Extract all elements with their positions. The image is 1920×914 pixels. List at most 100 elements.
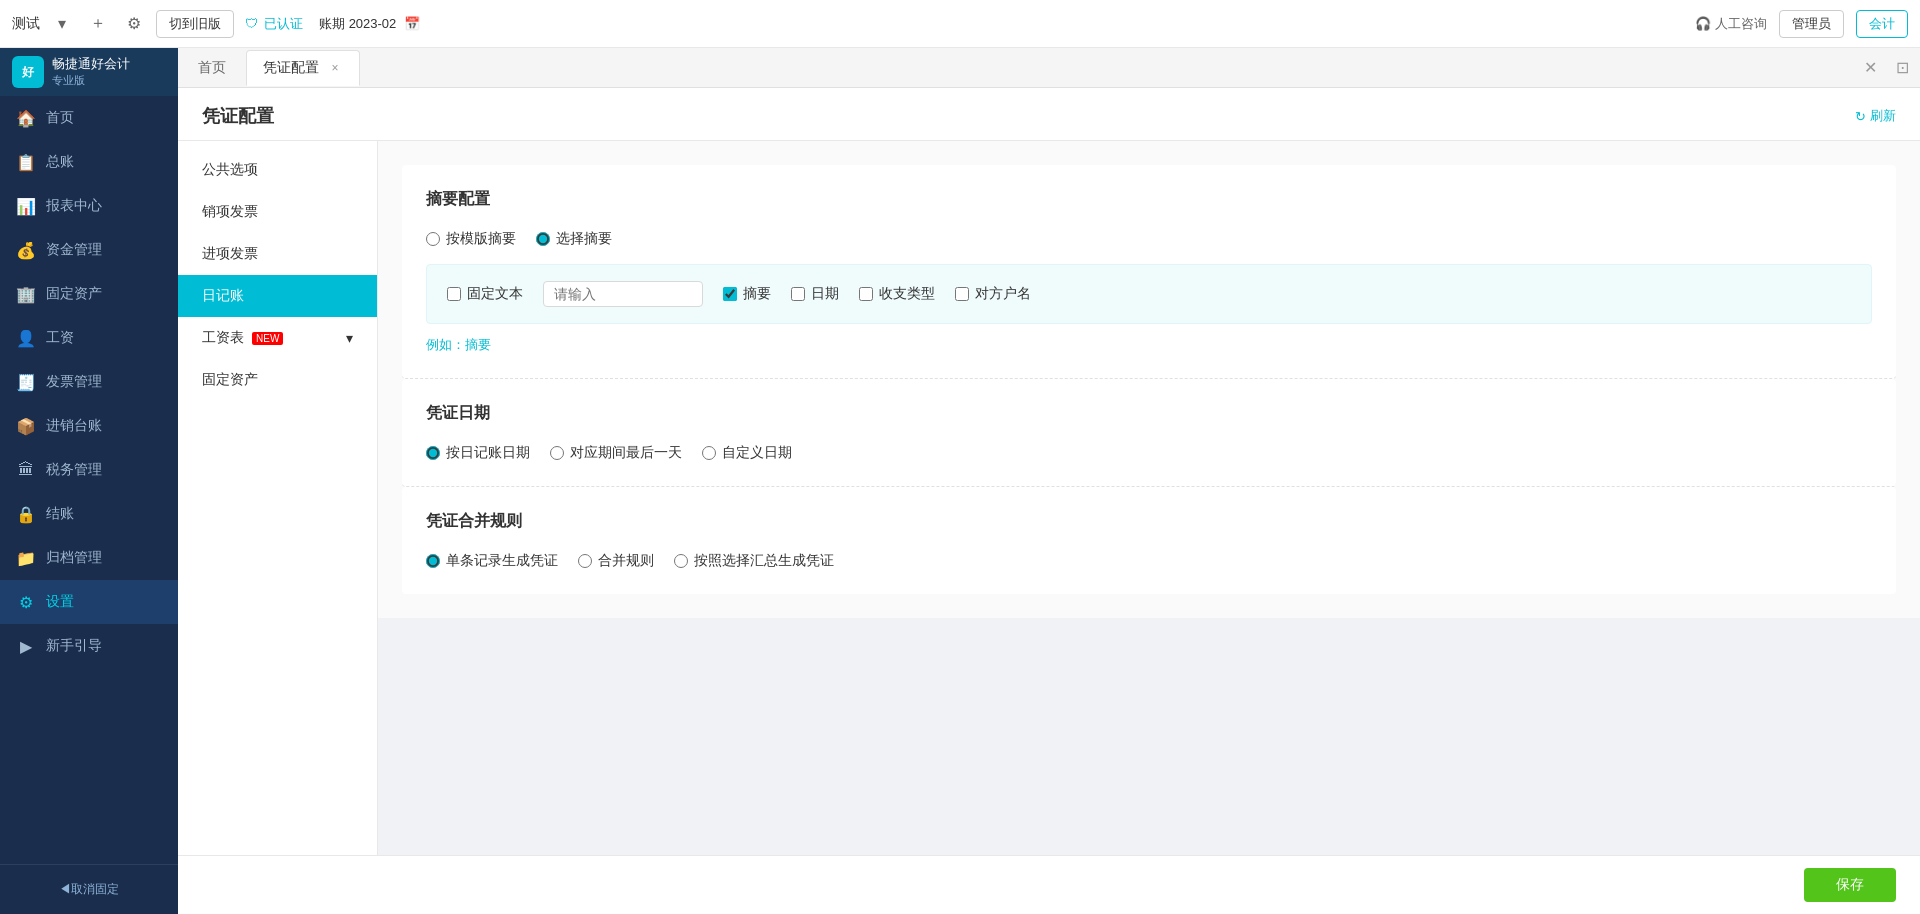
headset-icon: 🎧 [1695, 16, 1711, 31]
summary-checkbox[interactable] [723, 287, 737, 301]
left-nav-item-fixed-assets[interactable]: 固定资产 [178, 359, 377, 401]
sidebar-item-report[interactable]: 📊 报表中心 [0, 184, 178, 228]
accountant-button[interactable]: 会计 [1856, 10, 1908, 38]
merge-section-title: 凭证合并规则 [426, 511, 1872, 532]
fixed-text-label: 固定文本 [467, 285, 523, 303]
radio-custom-input[interactable] [702, 446, 716, 460]
tab-voucher-config[interactable]: 凭证配置 × [246, 50, 360, 86]
date-radio-group: 按日记账日期 对应期间最后一天 自定义日期 [426, 444, 1872, 462]
switch-old-version-button[interactable]: 切到旧版 [156, 10, 234, 38]
sidebar-bottom: ◀取消固定 [0, 864, 178, 914]
fixed-text-checkbox[interactable] [447, 287, 461, 301]
settings-button[interactable]: ⚙ [120, 10, 148, 38]
sidebar-item-home[interactable]: 🏠 首页 [0, 96, 178, 140]
sidebar-item-tax[interactable]: 🏛 税务管理 [0, 448, 178, 492]
radio-aggregate-label: 按照选择汇总生成凭证 [694, 552, 834, 570]
left-nav-item-sales-invoice[interactable]: 销项发票 [178, 191, 377, 233]
add-workspace-button[interactable]: ＋ [84, 10, 112, 38]
left-nav-item-journal[interactable]: 日记账 [178, 275, 377, 317]
cancel-pin-button[interactable]: ◀取消固定 [10, 875, 168, 904]
summary-section: 摘要配置 按模版摘要 选择摘要 [402, 165, 1896, 379]
tab-active-label: 凭证配置 [263, 59, 319, 77]
counterparty-label: 对方户名 [975, 285, 1031, 303]
tab-home[interactable]: 首页 [182, 50, 242, 86]
summary-options-box: 固定文本 摘要 日期 [426, 264, 1872, 324]
radio-journal-date[interactable]: 按日记账日期 [426, 444, 530, 462]
tax-icon: 🏛 [16, 460, 36, 480]
radio-template-input[interactable] [426, 232, 440, 246]
maximize-button[interactable]: ⊡ [1888, 54, 1916, 82]
new-badge: NEW [252, 332, 283, 345]
fixed-text-input[interactable] [543, 281, 703, 307]
left-nav-label: 销项发票 [202, 203, 258, 221]
income-type-checkbox[interactable] [859, 287, 873, 301]
top-bar-left: 测试 ▾ ＋ ⚙ 切到旧版 🛡 已认证 账期 2023-02 📅 [12, 10, 1695, 38]
left-nav-label: 公共选项 [202, 161, 258, 179]
radio-custom-label: 自定义日期 [722, 444, 792, 462]
main-area: 好 畅捷通好会计 专业版 🏠 首页 📋 总账 📊 报表中心 [0, 48, 1920, 914]
radio-aggregate-input[interactable] [674, 554, 688, 568]
save-button[interactable]: 保存 [1804, 868, 1896, 902]
sidebar-item-label: 资金管理 [46, 241, 102, 259]
radio-template-label: 按模版摘要 [446, 230, 516, 248]
home-icon: 🏠 [16, 108, 36, 128]
checkbox-counterparty[interactable]: 对方户名 [955, 285, 1031, 303]
date-checkbox[interactable] [791, 287, 805, 301]
workspace-dropdown-button[interactable]: ▾ [48, 10, 76, 38]
refresh-button[interactable]: ↻ 刷新 [1855, 107, 1896, 125]
radio-period-last[interactable]: 对应期间最后一天 [550, 444, 682, 462]
shield-icon: 🛡 [242, 15, 260, 33]
checkbox-fixed-text[interactable]: 固定文本 [447, 285, 523, 303]
radio-template-item[interactable]: 按模版摘要 [426, 230, 516, 248]
radio-merge-rule[interactable]: 合并规则 [578, 552, 654, 570]
content-area: 首页 凭证配置 × ✕ ⊡ 凭证配置 ↻ 刷新 [178, 48, 1920, 914]
calendar-icon[interactable]: 📅 [404, 16, 420, 31]
page-title: 凭证配置 [202, 104, 274, 128]
sidebar-item-sales[interactable]: 📦 进销台账 [0, 404, 178, 448]
left-nav-label: 固定资产 [202, 371, 258, 389]
radio-aggregate[interactable]: 按照选择汇总生成凭证 [674, 552, 834, 570]
sidebar-item-payroll[interactable]: 👤 工资 [0, 316, 178, 360]
checkbox-summary[interactable]: 摘要 [723, 285, 771, 303]
sidebar-item-fixed-assets[interactable]: 🏢 固定资产 [0, 272, 178, 316]
closing-icon: 🔒 [16, 504, 36, 524]
manager-button[interactable]: 管理员 [1779, 10, 1844, 38]
consult-button[interactable]: 🎧 人工咨询 [1695, 15, 1767, 33]
date-label: 日期 [811, 285, 839, 303]
radio-single-input[interactable] [426, 554, 440, 568]
sidebar-item-closing[interactable]: 🔒 结账 [0, 492, 178, 536]
radio-select-input[interactable] [536, 232, 550, 246]
left-nav-item-purchase-invoice[interactable]: 进项发票 [178, 233, 377, 275]
guide-icon: ▶ [16, 636, 36, 656]
radio-single-record[interactable]: 单条记录生成凭证 [426, 552, 558, 570]
tab-close-button[interactable]: × [327, 60, 343, 76]
checkbox-date[interactable]: 日期 [791, 285, 839, 303]
sidebar-item-label: 税务管理 [46, 461, 102, 479]
top-bar-right: 🎧 人工咨询 管理员 会计 [1695, 10, 1908, 38]
date-section: 凭证日期 按日记账日期 对应期间最后一天 [402, 379, 1896, 487]
summary-example: 例如：摘要 [426, 324, 1872, 354]
sidebar-item-invoice[interactable]: 🧾 发票管理 [0, 360, 178, 404]
left-nav-item-public[interactable]: 公共选项 [178, 149, 377, 191]
sidebar-item-fund[interactable]: 💰 资金管理 [0, 228, 178, 272]
sidebar-item-ledger[interactable]: 📋 总账 [0, 140, 178, 184]
radio-merge-input[interactable] [578, 554, 592, 568]
left-nav-label: 进项发票 [202, 245, 258, 263]
left-nav-item-payroll[interactable]: 工资表NEW ▾ [178, 317, 377, 359]
checkbox-income-type[interactable]: 收支类型 [859, 285, 935, 303]
close-tab-button[interactable]: ✕ [1856, 54, 1884, 82]
radio-custom-date[interactable]: 自定义日期 [702, 444, 792, 462]
radio-select-item[interactable]: 选择摘要 [536, 230, 612, 248]
counterparty-checkbox[interactable] [955, 287, 969, 301]
logo-name: 畅捷通好会计 [52, 56, 130, 73]
fixed-assets-icon: 🏢 [16, 284, 36, 304]
radio-journal-input[interactable] [426, 446, 440, 460]
page-header: 凭证配置 ↻ 刷新 [178, 88, 1920, 141]
settings-sidebar-icon: ⚙ [16, 592, 36, 612]
consult-label: 人工咨询 [1715, 15, 1767, 33]
radio-period-input[interactable] [550, 446, 564, 460]
workspace-name: 测试 [12, 15, 40, 33]
sidebar-item-archive[interactable]: 📁 归档管理 [0, 536, 178, 580]
sidebar-item-guide[interactable]: ▶ 新手引导 [0, 624, 178, 668]
sidebar-item-settings[interactable]: ⚙ 设置 [0, 580, 178, 624]
